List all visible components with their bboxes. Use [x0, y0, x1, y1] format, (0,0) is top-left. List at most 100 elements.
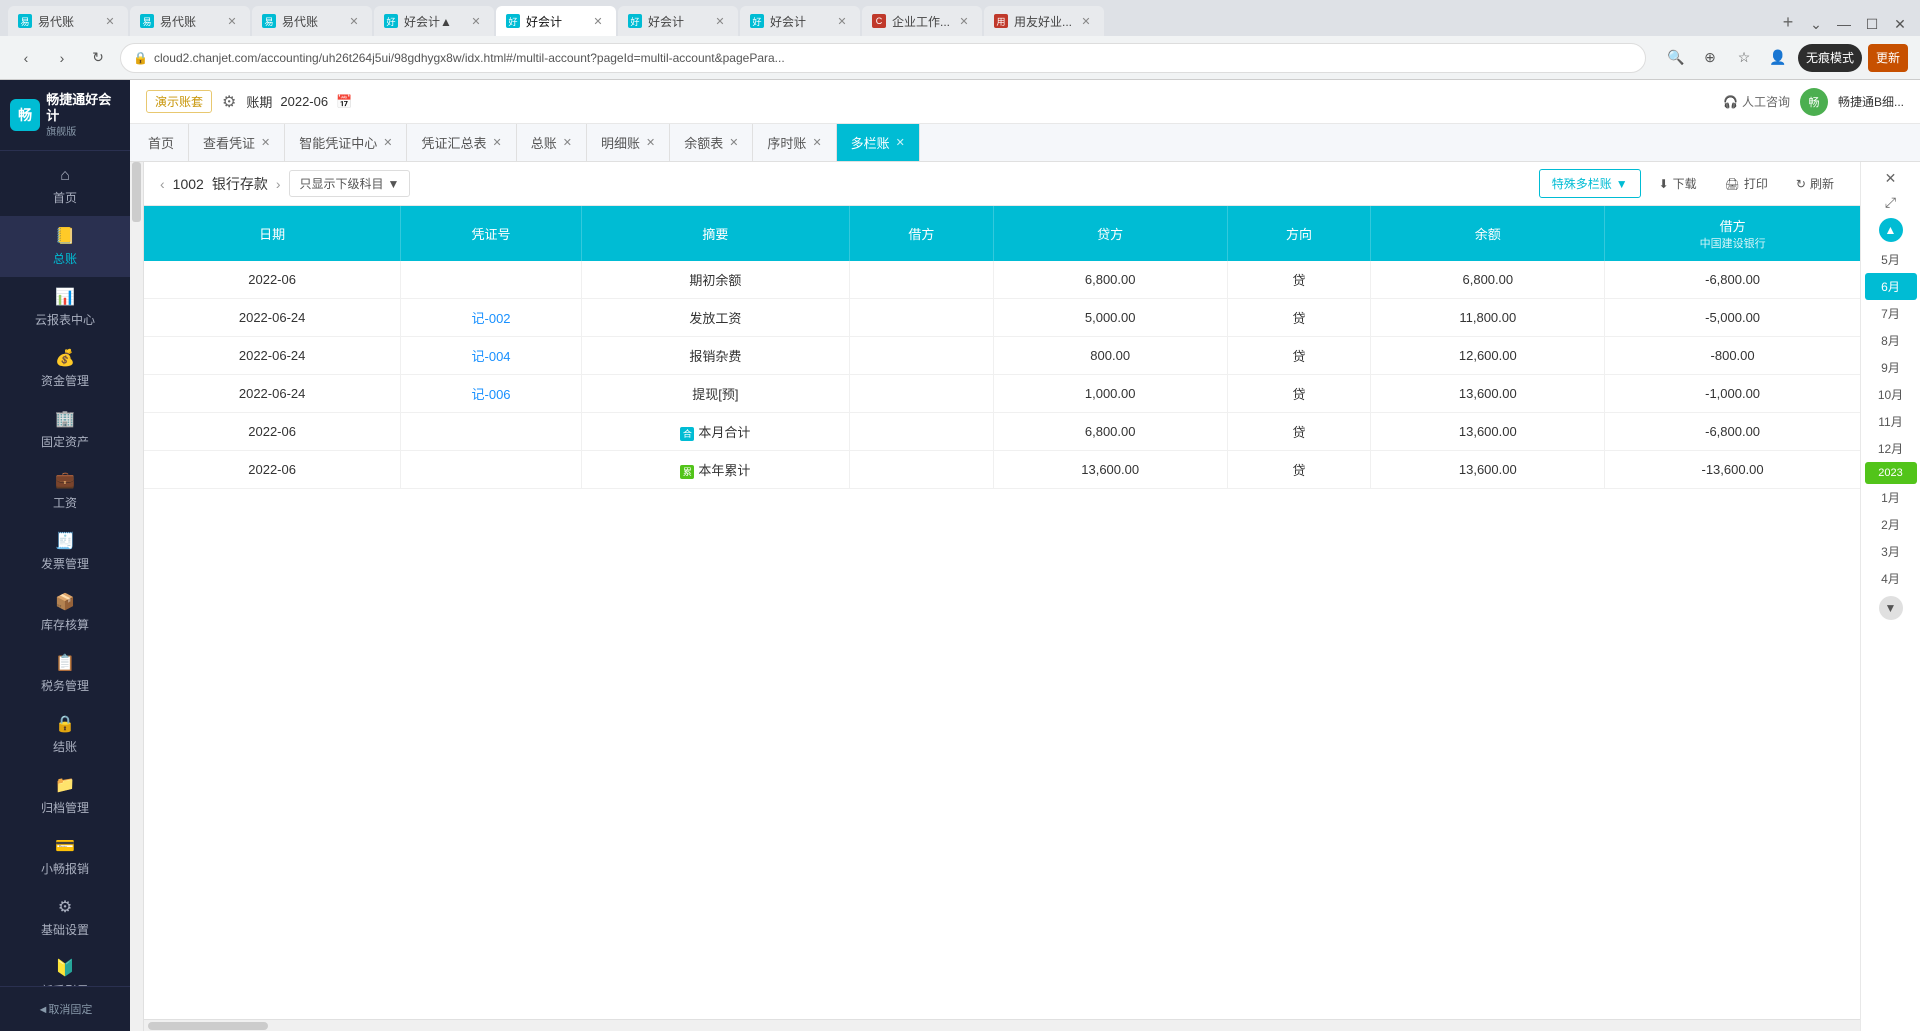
- rp-header-close[interactable]: ✕: [1879, 166, 1903, 190]
- print-button[interactable]: 🖨 打印: [1715, 170, 1778, 197]
- month-item-12月[interactable]: 12月: [1865, 435, 1917, 462]
- url-bar[interactable]: 🔒 cloud2.chanjet.com/accounting/uh26t264…: [120, 43, 1646, 73]
- browser-tab-t3[interactable]: 易 易代账 ✕: [252, 6, 372, 36]
- month-item-2月[interactable]: 2月: [1865, 511, 1917, 538]
- prev-account-button[interactable]: ‹: [160, 176, 165, 192]
- sidebar-pin-button[interactable]: ◄取消固定: [0, 995, 130, 1023]
- sidebar-item-home[interactable]: ⌂ 首页: [0, 157, 130, 216]
- refresh-button[interactable]: ↻ 刷新: [1786, 170, 1844, 197]
- month-item-1月[interactable]: 1月: [1865, 484, 1917, 511]
- bottom-scrollbar[interactable]: [144, 1019, 1860, 1031]
- browser-tab-t1[interactable]: 易 易代账 ✕: [8, 6, 128, 36]
- close-window-button[interactable]: ✕: [1888, 12, 1912, 36]
- month-item-4月[interactable]: 4月: [1865, 565, 1917, 592]
- help-button[interactable]: 🎧 人工咨询: [1723, 93, 1790, 110]
- cell-voucher: [401, 261, 582, 299]
- tab-list-button[interactable]: ⌄: [1804, 12, 1828, 36]
- page-tab-close-icon[interactable]: ✕: [812, 136, 821, 149]
- sidebar-item-label: 总账: [53, 250, 77, 267]
- page-tab-pt7[interactable]: 余额表✕: [670, 124, 753, 162]
- special-multi-button[interactable]: 特殊多栏账 ▼: [1539, 169, 1641, 198]
- browser-tab-t9[interactable]: 用 用友好业... ✕: [984, 6, 1104, 36]
- page-tab-pt3[interactable]: 智能凭证中心✕: [285, 124, 407, 162]
- sidebar-item-ledger[interactable]: 📒 总账: [0, 216, 130, 277]
- sidebar-item-funds[interactable]: 💰 资金管理: [0, 338, 130, 399]
- browser-tab-t8[interactable]: C 企业工作... ✕: [862, 6, 982, 36]
- browser-tab-t2[interactable]: 易 易代账 ✕: [130, 6, 250, 36]
- page-tab-close-icon[interactable]: ✕: [646, 136, 655, 149]
- cell-voucher[interactable]: 记-006: [401, 375, 582, 413]
- sidebar-item-report[interactable]: 📊 云报表中心: [0, 277, 130, 338]
- month-item-3月[interactable]: 3月: [1865, 538, 1917, 565]
- bookmark-icon[interactable]: ☆: [1730, 44, 1758, 72]
- next-account-button[interactable]: ›: [276, 176, 281, 192]
- filter-dropdown[interactable]: 只显示下级科目 ▼: [289, 170, 411, 197]
- month-item-8月[interactable]: 8月: [1865, 327, 1917, 354]
- page-tab-pt6[interactable]: 明细账✕: [587, 124, 670, 162]
- rp-header-expand[interactable]: ⤢: [1879, 190, 1903, 214]
- month-item-11月[interactable]: 11月: [1865, 408, 1917, 435]
- page-tab-pt2[interactable]: 查看凭证✕: [189, 124, 285, 162]
- sidebar-item-tax[interactable]: 📋 税务管理: [0, 643, 130, 704]
- translate-icon[interactable]: ⊕: [1696, 44, 1724, 72]
- cell-voucher[interactable]: 记-004: [401, 337, 582, 375]
- page-tab-pt4[interactable]: 凭证汇总表✕: [407, 124, 516, 162]
- cell-voucher[interactable]: 记-002: [401, 299, 582, 337]
- stealth-button[interactable]: 无痕模式: [1798, 44, 1862, 72]
- page-tab-close-icon[interactable]: ✕: [383, 136, 392, 149]
- tab-close-icon[interactable]: ✕: [834, 13, 850, 29]
- forward-button[interactable]: ›: [48, 44, 76, 72]
- sidebar-item-archive[interactable]: 📁 归档管理: [0, 765, 130, 826]
- update-button[interactable]: 更新: [1868, 44, 1908, 72]
- page-tab-close-icon[interactable]: ✕: [729, 136, 738, 149]
- page-tab-pt9[interactable]: 多栏账✕: [837, 124, 920, 162]
- page-tab-pt5[interactable]: 总账✕: [517, 124, 587, 162]
- tab-close-icon[interactable]: ✕: [102, 13, 118, 29]
- tab-close-icon[interactable]: ✕: [712, 13, 728, 29]
- page-tab-close-icon[interactable]: ✕: [493, 136, 502, 149]
- browser-tab-t5[interactable]: 好 好会计 ✕: [496, 6, 616, 36]
- page-tab-pt1[interactable]: 首页: [134, 124, 189, 162]
- browser-tab-t4[interactable]: 好 好会计▲ ✕: [374, 6, 494, 36]
- sidebar-item-guide[interactable]: 🔰 新手引导: [0, 948, 130, 986]
- search-icon[interactable]: 🔍: [1662, 44, 1690, 72]
- tab-close-icon[interactable]: ✕: [956, 13, 972, 29]
- page-tab-pt8[interactable]: 序时账✕: [753, 124, 836, 162]
- maximize-button[interactable]: ☐: [1860, 12, 1884, 36]
- tab-close-icon[interactable]: ✕: [468, 13, 484, 29]
- sidebar-item-invoice[interactable]: 🧾 发票管理: [0, 521, 130, 582]
- settings-button[interactable]: ⚙: [222, 92, 236, 112]
- sidebar-item-assets[interactable]: 🏢 固定资产: [0, 399, 130, 460]
- left-scrollbar[interactable]: [130, 162, 144, 1031]
- tab-close-icon[interactable]: ✕: [346, 13, 362, 29]
- tab-close-icon[interactable]: ✕: [224, 13, 240, 29]
- sidebar-item-stock[interactable]: 📦 库存核算: [0, 582, 130, 643]
- refresh-icon: ↻: [1796, 177, 1806, 191]
- rp-scroll-down[interactable]: ▼: [1879, 596, 1903, 620]
- new-tab-button[interactable]: +: [1774, 8, 1802, 36]
- page-tab-close-icon[interactable]: ✕: [896, 136, 905, 149]
- month-item-6月[interactable]: 6月: [1865, 273, 1917, 300]
- browser-tab-t6[interactable]: 好 好会计 ✕: [618, 6, 738, 36]
- sidebar-item-expense[interactable]: 💳 小畅报销: [0, 826, 130, 887]
- page-tab-close-icon[interactable]: ✕: [261, 136, 270, 149]
- month-item-5月[interactable]: 5月: [1865, 246, 1917, 273]
- month-item-10月[interactable]: 10月: [1865, 381, 1917, 408]
- reload-button[interactable]: ↻: [84, 44, 112, 72]
- browser-tab-t7[interactable]: 好 好会计 ✕: [740, 6, 860, 36]
- calendar-icon[interactable]: 📅: [336, 94, 352, 110]
- sidebar-item-salary[interactable]: 💼 工资: [0, 460, 130, 521]
- month-item-9月[interactable]: 9月: [1865, 354, 1917, 381]
- month-item-7月[interactable]: 7月: [1865, 300, 1917, 327]
- tab-close-icon[interactable]: ✕: [590, 13, 606, 29]
- tab-close-icon[interactable]: ✕: [1078, 13, 1094, 29]
- download-button[interactable]: ⬇ 下载: [1649, 170, 1707, 197]
- minimize-button[interactable]: —: [1832, 12, 1856, 36]
- page-tab-close-icon[interactable]: ✕: [563, 136, 572, 149]
- sidebar-item-settings[interactable]: ⚙ 基础设置: [0, 887, 130, 948]
- back-button[interactable]: ‹: [12, 44, 40, 72]
- profile-button[interactable]: 👤: [1764, 44, 1792, 72]
- month-item-2023[interactable]: 2023: [1865, 462, 1917, 484]
- sidebar-item-closing[interactable]: 🔒 结账: [0, 704, 130, 765]
- rp-scroll-up[interactable]: ▲: [1879, 218, 1903, 242]
